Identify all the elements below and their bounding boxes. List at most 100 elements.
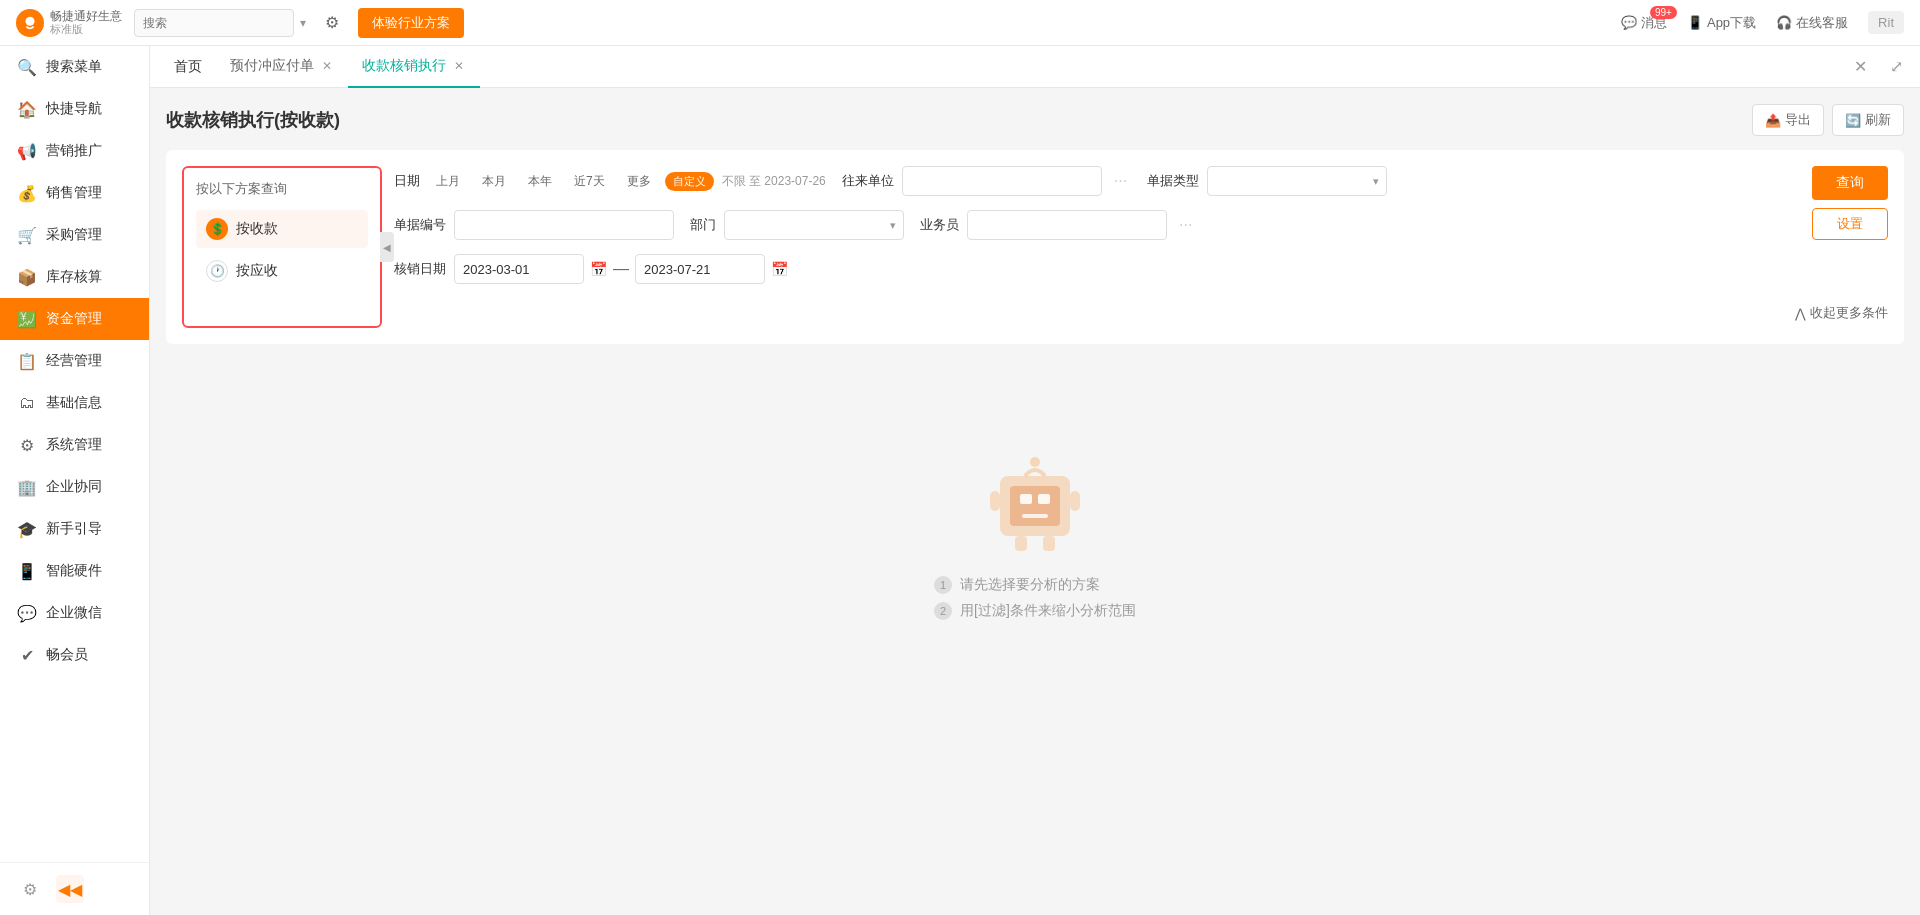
filter-option-by-receipt[interactable]: 💲 按收款 <box>196 210 368 248</box>
inventory-icon: 📦 <box>18 268 36 286</box>
more-conditions-label: 收起更多条件 <box>1810 304 1888 322</box>
app-download-button[interactable]: 📱 App下载 <box>1687 14 1756 32</box>
sidebar-item-basic[interactable]: 🗂 基础信息 <box>0 382 149 424</box>
tab-home[interactable]: 首页 <box>160 46 216 88</box>
filter-layout: 按以下方案查询 💲 按收款 🕐 按应收 ◀ <box>182 166 1888 328</box>
counterpart-input[interactable] <box>902 166 1102 196</box>
tip2-text: 用[过滤]条件来缩小分析范围 <box>960 602 1136 620</box>
sidebar-item-guide[interactable]: 🎓 新手引导 <box>0 508 149 550</box>
empty-tip-1: 1 请先选择要分析的方案 <box>934 576 1136 594</box>
sidebar-item-sales[interactable]: 💰 销售管理 <box>0 172 149 214</box>
doctype-field: 单据类型 <box>1147 166 1387 196</box>
sidebar-item-operation[interactable]: 📋 经营管理 <box>0 340 149 382</box>
solution-button[interactable]: 体验行业方案 <box>358 8 464 38</box>
sidebar-item-search[interactable]: 🔍 搜索菜单 <box>0 46 149 88</box>
sidebar-label-finance: 资金管理 <box>46 310 102 328</box>
date-btn-custom[interactable]: 自定义 <box>665 172 714 191</box>
purchase-icon: 🛒 <box>18 226 36 244</box>
sidebar-item-wechat[interactable]: 💬 企业微信 <box>0 592 149 634</box>
sidebar-item-marketing[interactable]: 📢 营销推广 <box>0 130 149 172</box>
topbar: 畅捷通好生意 标准版 ▾ ⚙ 体验行业方案 💬 消息 99+ 📱 App下载 🎧… <box>0 0 1920 46</box>
sidebar-label-sales: 销售管理 <box>46 184 102 202</box>
sidebar-collapse-button[interactable]: ◀◀ <box>56 875 84 903</box>
docnum-input[interactable] <box>454 210 674 240</box>
svg-rect-4 <box>1038 494 1050 504</box>
sidebar-item-finance[interactable]: 💹 资金管理 <box>0 298 149 340</box>
sidebar-settings-icon[interactable]: ⚙ <box>16 875 44 903</box>
empty-tips: 1 请先选择要分析的方案 2 用[过滤]条件来缩小分析范围 <box>934 576 1136 620</box>
date-field: 日期 上月 本月 本年 近7天 更多 自定义 <box>394 169 826 194</box>
marketing-icon: 📢 <box>18 142 36 160</box>
page-header: 收款核销执行(按收款) 📤 导出 🔄 刷新 <box>166 104 1904 136</box>
date-btn-more[interactable]: 更多 <box>619 169 659 194</box>
user-menu[interactable]: Rit <box>1868 11 1904 34</box>
salesperson-dots[interactable]: ··· <box>1175 216 1196 234</box>
dept-select[interactable] <box>724 210 904 240</box>
verify-date-start-input[interactable] <box>454 254 584 284</box>
topbar-right: 💬 消息 99+ 📱 App下载 🎧 在线客服 Rit <box>1621 11 1904 34</box>
doctype-select[interactable] <box>1207 166 1387 196</box>
messages-button[interactable]: 💬 消息 99+ <box>1621 14 1667 32</box>
sidebar-item-quick[interactable]: 🏠 快捷导航 <box>0 88 149 130</box>
more-conditions-button[interactable]: ⋀ 收起更多条件 <box>394 298 1888 328</box>
svg-point-0 <box>26 16 35 25</box>
refresh-icon: 🔄 <box>1845 113 1861 128</box>
filter-fields: 日期 上月 本月 本年 近7天 更多 自定义 <box>394 166 1888 328</box>
settings-icon[interactable]: ⚙ <box>318 9 346 37</box>
sidebar-item-inventory[interactable]: 📦 库存核算 <box>0 256 149 298</box>
filter-panel-title: 按以下方案查询 <box>196 180 368 198</box>
tab-prepay-close[interactable]: ✕ <box>320 57 334 75</box>
svg-rect-3 <box>1020 494 1032 504</box>
search-icon: 🔍 <box>18 58 36 76</box>
operation-icon: 📋 <box>18 352 36 370</box>
date-btn-this-year[interactable]: 本年 <box>520 169 560 194</box>
query-button[interactable]: 查询 <box>1812 166 1888 200</box>
message-badge: 99+ <box>1650 6 1677 19</box>
chevron-down-icon[interactable]: ▾ <box>300 16 306 30</box>
app-edition: 标准版 <box>50 23 122 36</box>
calendar-end-icon[interactable]: 📅 <box>771 261 788 277</box>
counterpart-field: 往来单位 ··· <box>842 166 1131 196</box>
sidebar-label-guide: 新手引导 <box>46 520 102 538</box>
svg-rect-8 <box>1015 536 1027 551</box>
verify-date-label: 核销日期 <box>394 260 446 278</box>
date-btn-7days[interactable]: 近7天 <box>566 169 613 194</box>
sidebar-label-marketing: 营销推广 <box>46 142 102 160</box>
verify-date-end-input[interactable] <box>635 254 765 284</box>
sidebar-item-system[interactable]: ⚙ 系统管理 <box>0 424 149 466</box>
sidebar-item-hardware[interactable]: 📱 智能硬件 <box>0 550 149 592</box>
tab-receivable[interactable]: 收款核销执行 ✕ <box>348 46 480 88</box>
search-input[interactable] <box>134 9 294 37</box>
refresh-button[interactable]: 🔄 刷新 <box>1832 104 1904 136</box>
salesperson-field: 业务员 ··· <box>920 210 1196 240</box>
filter-settings-button[interactable]: 设置 <box>1812 208 1888 240</box>
online-service-button[interactable]: 🎧 在线客服 <box>1776 14 1848 32</box>
tab-prepay[interactable]: 预付冲应付单 ✕ <box>216 46 348 88</box>
sidebar-item-enterprise[interactable]: 🏢 企业协同 <box>0 466 149 508</box>
export-button[interactable]: 📤 导出 <box>1752 104 1824 136</box>
basic-icon: 🗂 <box>18 394 36 412</box>
date-btn-this-month[interactable]: 本月 <box>474 169 514 194</box>
verify-date-range: 📅 — 📅 <box>454 254 788 284</box>
message-icon: 💬 <box>1621 15 1637 30</box>
salesperson-label: 业务员 <box>920 216 959 234</box>
window-close-button[interactable]: ✕ <box>1846 53 1874 81</box>
salesperson-input[interactable] <box>967 210 1167 240</box>
sidebar-item-purchase[interactable]: 🛒 采购管理 <box>0 214 149 256</box>
sidebar-item-member[interactable]: ✔ 畅会员 <box>0 634 149 676</box>
dept-field: 部门 <box>690 210 904 240</box>
page-actions: 📤 导出 🔄 刷新 <box>1752 104 1904 136</box>
counterpart-dots[interactable]: ··· <box>1110 172 1131 190</box>
tip1-text: 请先选择要分析的方案 <box>960 576 1100 594</box>
sidebar: 🔍 搜索菜单 🏠 快捷导航 📢 营销推广 💰 销售管理 🛒 采购管理 📦 库存核… <box>0 46 150 915</box>
filter-collapse-button[interactable]: ◀ <box>380 232 394 262</box>
tab-prepay-label: 预付冲应付单 <box>230 57 314 75</box>
calendar-start-icon[interactable]: 📅 <box>590 261 607 277</box>
sidebar-label-quick: 快捷导航 <box>46 100 102 118</box>
tab-receivable-close[interactable]: ✕ <box>452 57 466 75</box>
window-expand-button[interactable]: ⤢ <box>1882 53 1910 81</box>
filter-option-by-receivable[interactable]: 🕐 按应收 <box>196 252 368 290</box>
export-icon: 📤 <box>1765 113 1781 128</box>
guide-icon: 🎓 <box>18 520 36 538</box>
date-btn-last-month[interactable]: 上月 <box>428 169 468 194</box>
